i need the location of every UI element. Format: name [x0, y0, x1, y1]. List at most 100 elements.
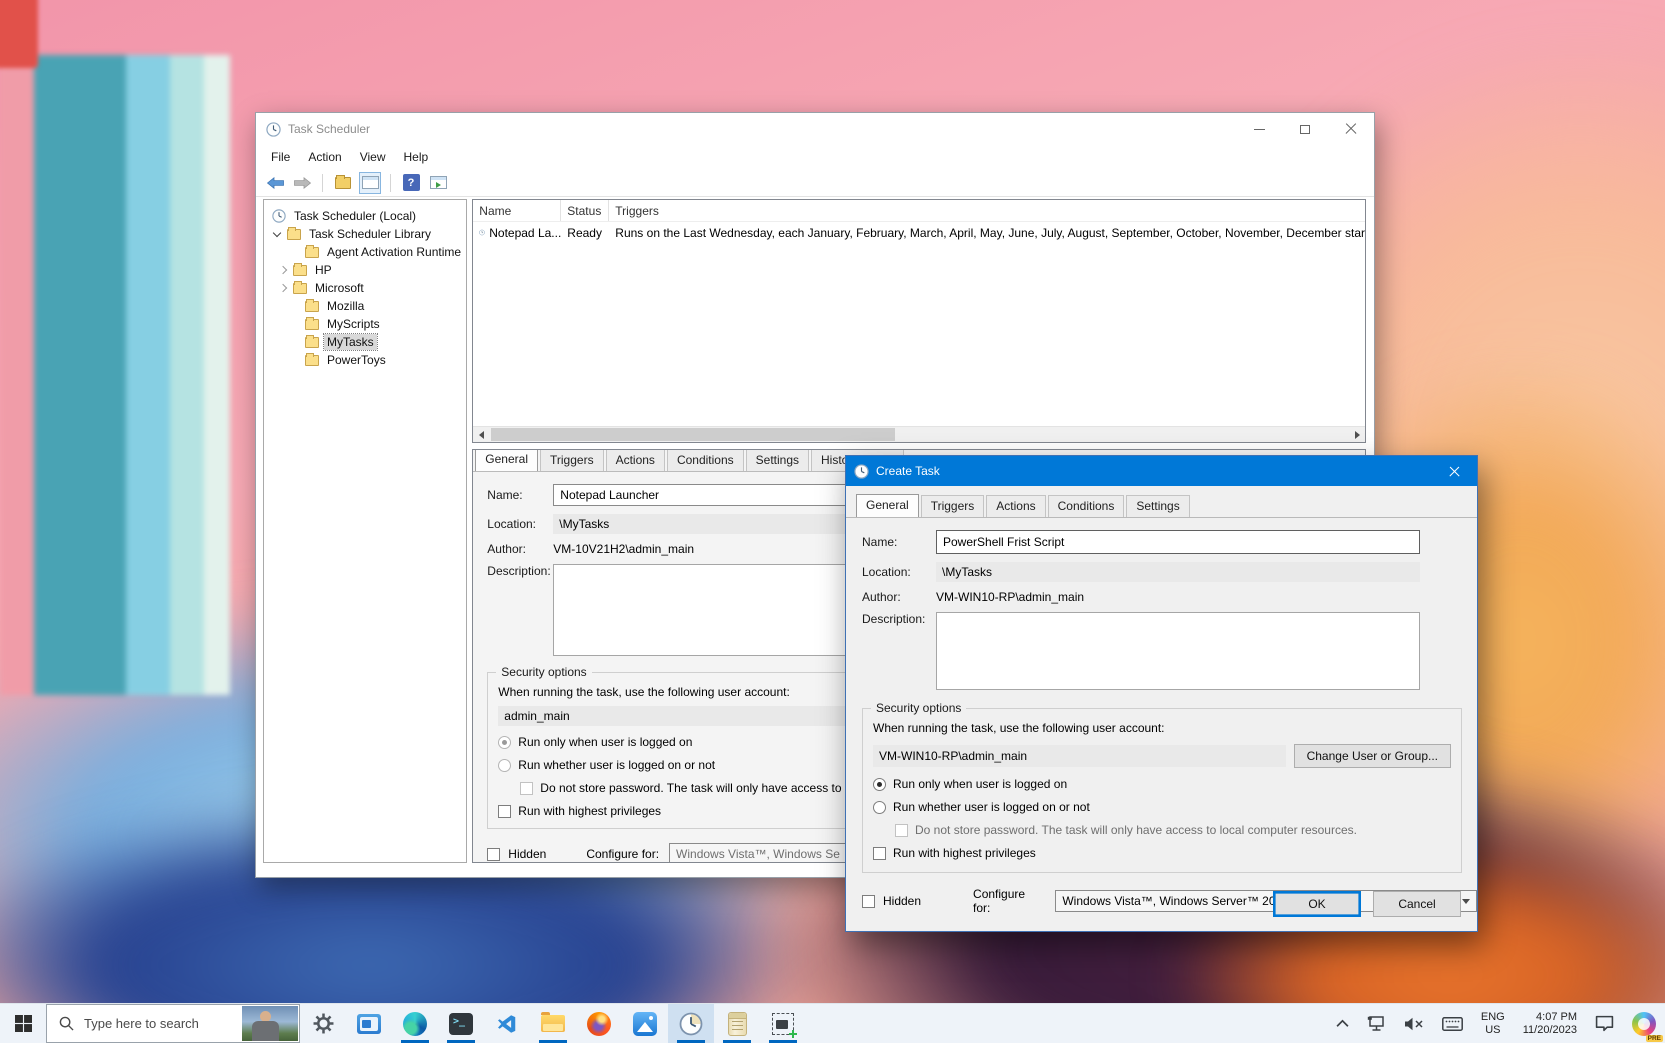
dialog-tab-settings[interactable]: Settings [1126, 495, 1189, 517]
toolbar-help-button[interactable]: ? [400, 172, 422, 194]
taskbar-task-scheduler[interactable] [668, 1004, 714, 1043]
toolbar-forward-button[interactable] [291, 172, 313, 194]
checkbox-no-password[interactable] [520, 782, 533, 795]
tree-item-mytasks[interactable]: MyTasks [264, 333, 466, 351]
security-options-title: Security options [871, 701, 966, 715]
menu-help[interactable]: Help [395, 147, 438, 167]
tree-item-myscripts[interactable]: MyScripts [264, 315, 466, 333]
tray-network-button[interactable] [1358, 1004, 1395, 1043]
title-bar[interactable]: Task Scheduler [256, 113, 1374, 145]
taskbar-firefox[interactable] [576, 1004, 622, 1043]
checkbox-highest-privileges-label: Run with highest privileges [893, 846, 1036, 860]
name-input[interactable]: PowerShell Frist Script [936, 530, 1420, 554]
chevron-right-icon[interactable] [278, 283, 288, 293]
name-label: Name: [862, 535, 936, 549]
menu-file[interactable]: File [262, 147, 299, 167]
language-indicator[interactable]: ENG US [1472, 1004, 1514, 1043]
toolbar-folder-button[interactable] [332, 172, 354, 194]
tree-item-powertoys[interactable]: PowerToys [264, 351, 466, 369]
table-row[interactable]: Notepad La... Ready Runs on the Last Wed… [473, 222, 1365, 243]
radio-not-logged[interactable] [873, 801, 886, 814]
menu-action[interactable]: Action [299, 147, 350, 167]
tree-item-task-scheduler-local[interactable]: Task Scheduler (Local) [264, 207, 466, 225]
taskbar-settings[interactable] [300, 1004, 346, 1043]
dialog-tab-actions[interactable]: Actions [986, 495, 1045, 517]
checkbox-no-password-label: Do not store password. The task will onl… [915, 823, 1357, 837]
taskbar-terminal[interactable] [438, 1004, 484, 1043]
taskbar-screen-snip[interactable] [760, 1004, 806, 1043]
description-label: Description: [862, 612, 936, 626]
dialog-close-button[interactable] [1431, 456, 1477, 486]
column-header-status[interactable]: Status [561, 200, 609, 221]
network-icon [1367, 1016, 1386, 1032]
keyboard-icon [1442, 1017, 1463, 1031]
description-input[interactable] [936, 612, 1420, 690]
tab-general[interactable]: General [475, 449, 538, 471]
scroll-left-button[interactable] [473, 427, 489, 443]
tree-item-label: Mozilla [324, 298, 367, 314]
checkbox-hidden[interactable] [862, 895, 875, 908]
horizontal-scrollbar[interactable] [473, 426, 1365, 442]
radio-not-logged[interactable] [498, 759, 511, 772]
scrollbar-thumb[interactable] [491, 428, 895, 441]
checkbox-no-password[interactable] [895, 824, 908, 837]
dialog-tab-triggers[interactable]: Triggers [921, 495, 985, 517]
taskbar-mail[interactable] [346, 1004, 392, 1043]
tree-item-mozilla[interactable]: Mozilla [264, 297, 466, 315]
checkbox-highest-privileges[interactable] [873, 847, 886, 860]
tab-triggers[interactable]: Triggers [540, 449, 604, 471]
checkbox-hidden[interactable] [487, 848, 500, 861]
task-scheduler-icon [272, 209, 286, 223]
scrollbar-track[interactable] [489, 427, 1349, 443]
tray-keyboard-button[interactable] [1433, 1004, 1472, 1043]
close-button[interactable] [1328, 113, 1374, 145]
minimize-button[interactable] [1236, 113, 1282, 145]
scroll-right-button[interactable] [1349, 427, 1365, 443]
radio-logged-on[interactable] [498, 736, 511, 749]
start-button[interactable] [0, 1004, 46, 1043]
tree-item-label: PowerToys [324, 352, 389, 368]
ok-button[interactable]: OK [1273, 891, 1361, 917]
tree-item-agent-activation-runtime[interactable]: Agent Activation Runtime [264, 243, 466, 261]
taskbar-photos[interactable] [622, 1004, 668, 1043]
tree-item-task-scheduler-library[interactable]: Task Scheduler Library [264, 225, 466, 243]
tree-item-hp[interactable]: HP [264, 261, 466, 279]
dialog-title-bar[interactable]: Create Task [846, 456, 1477, 486]
tray-volume-button[interactable] [1395, 1004, 1433, 1043]
task-icon [479, 226, 485, 239]
taskbar-vscode[interactable] [484, 1004, 530, 1043]
dialog-tab-conditions[interactable]: Conditions [1048, 495, 1125, 517]
maximize-button[interactable] [1282, 113, 1328, 145]
menu-view[interactable]: View [351, 147, 395, 167]
folder-icon [335, 177, 351, 189]
taskbar-edge[interactable] [392, 1004, 438, 1043]
tab-conditions[interactable]: Conditions [667, 449, 744, 471]
author-label: Author: [862, 590, 936, 604]
tab-settings[interactable]: Settings [746, 449, 809, 471]
tab-actions[interactable]: Actions [606, 449, 665, 471]
search-input[interactable]: Type here to search [46, 1004, 300, 1043]
cancel-button[interactable]: Cancel [1373, 891, 1461, 917]
chevron-expanded-icon[interactable] [272, 229, 282, 239]
copilot-button[interactable]: PRE [1623, 1004, 1665, 1043]
tree-item-microsoft[interactable]: Microsoft [264, 279, 466, 297]
toolbar-console-button[interactable] [359, 172, 381, 194]
taskbar-scroll-app[interactable] [714, 1004, 760, 1043]
search-highlight-image[interactable] [242, 1006, 298, 1041]
radio-logged-on[interactable] [873, 778, 886, 791]
mail-icon [357, 1014, 381, 1034]
column-header-name[interactable]: Name [473, 200, 561, 221]
checkbox-highest-privileges[interactable] [498, 805, 511, 818]
clock-indicator[interactable]: 4:07 PM 11/20/2023 [1514, 1004, 1586, 1043]
taskbar-file-explorer[interactable] [530, 1004, 576, 1043]
toolbar-back-button[interactable] [264, 172, 286, 194]
notification-center-button[interactable] [1586, 1004, 1623, 1043]
toolbar-console-play-button[interactable] [427, 172, 449, 194]
tray-expand-button[interactable] [1327, 1004, 1358, 1043]
notification-icon [1595, 1015, 1614, 1032]
change-user-button[interactable]: Change User or Group... [1294, 744, 1451, 768]
chevron-right-icon[interactable] [278, 265, 288, 275]
location-label: Location: [487, 517, 553, 531]
column-header-triggers[interactable]: Triggers [609, 200, 1365, 221]
dialog-tab-general[interactable]: General [856, 494, 919, 517]
